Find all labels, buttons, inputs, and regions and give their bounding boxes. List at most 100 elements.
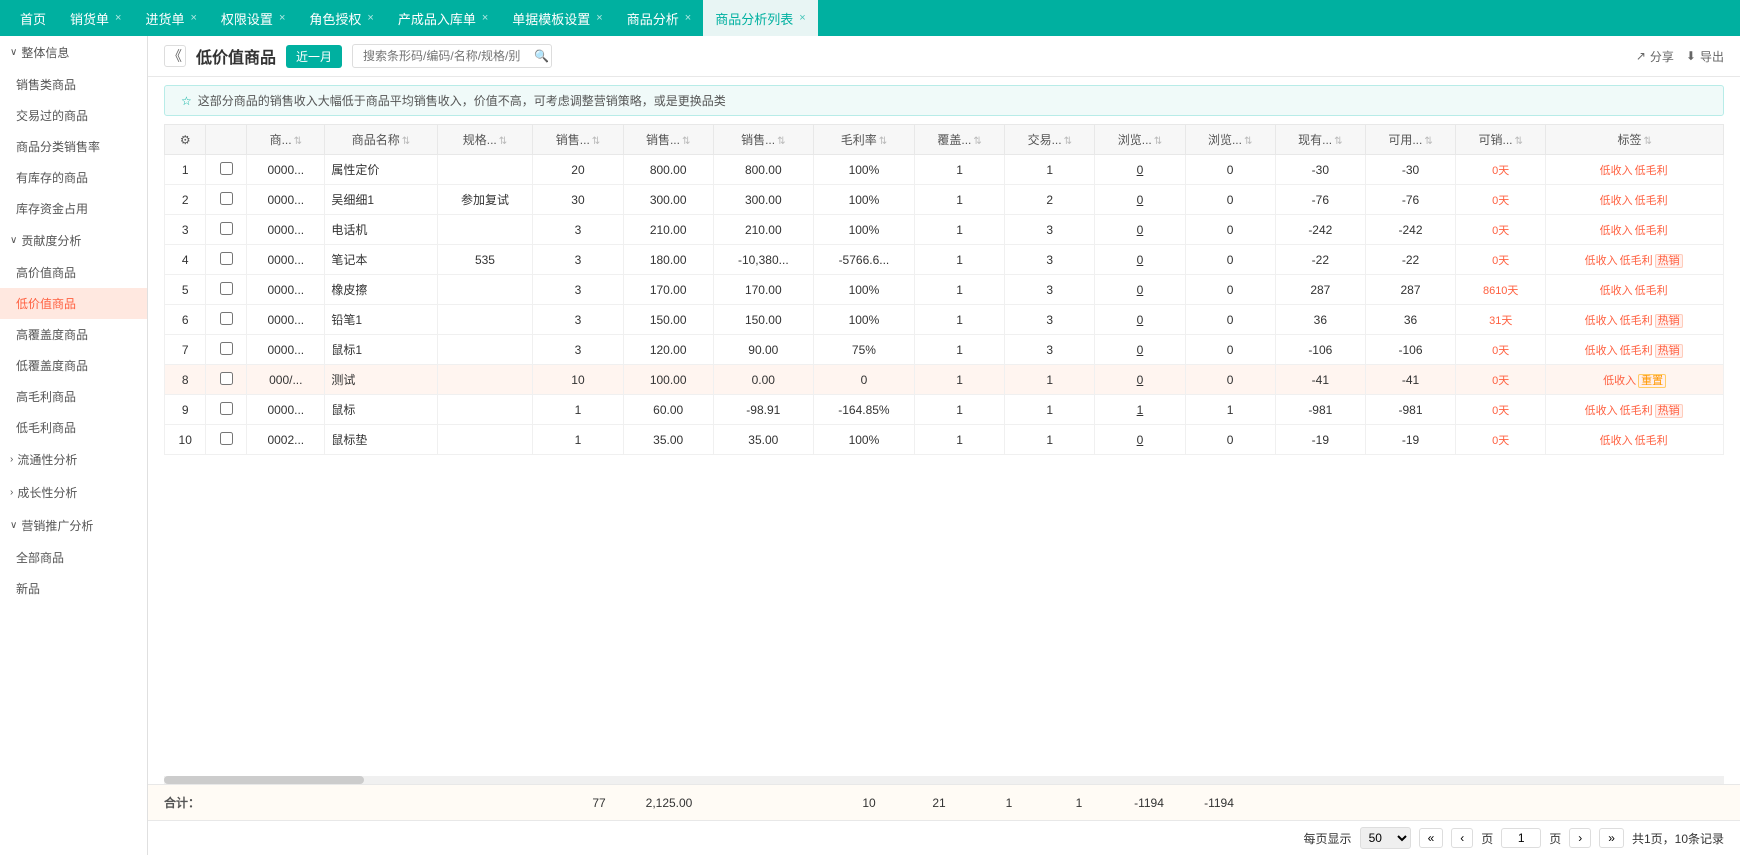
row-view1[interactable]: 0 [1095,335,1185,365]
row-view1[interactable]: 0 [1095,215,1185,245]
row-sale-qty: 10 [533,365,623,395]
col-header-view1[interactable]: 浏览...⇅ [1095,125,1185,155]
sidebar-item-高毛利商品[interactable]: 高毛利商品 [0,381,147,412]
row-select-checkbox[interactable] [220,192,233,205]
row-select-checkbox[interactable] [220,402,233,415]
nav-item-角色授权[interactable]: 角色授权× [297,0,385,36]
time-filter-button[interactable]: 近一月 [286,45,342,68]
col-header-view2[interactable]: 浏览...⇅ [1185,125,1275,155]
nav-item-进货单[interactable]: 进货单× [133,0,208,36]
row-select-checkbox[interactable] [220,162,233,175]
sidebar-item-销售类商品[interactable]: 销售类商品 [0,69,147,100]
table-row: 20000...吴细细1参加复试30300.00300.00100%1200-7… [165,185,1724,215]
col-header-code[interactable]: 商...⇅ [247,125,325,155]
next-page-button[interactable]: › [1569,828,1591,848]
sidebar-section-成长性分析[interactable]: ›成长性分析 [0,476,147,509]
nav-close-icon[interactable]: × [685,12,691,24]
search-input[interactable] [352,44,552,68]
share-button[interactable]: ↗ 分享 [1636,48,1674,65]
row-checkbox[interactable] [206,365,247,395]
col-header-current_stock[interactable]: 现有...⇅ [1275,125,1365,155]
col-header-sellable[interactable]: 可销...⇅ [1456,125,1546,155]
sidebar-section-整体信息[interactable]: ∨整体信息 [0,36,147,69]
row-view1[interactable]: 0 [1095,245,1185,275]
nav-close-icon[interactable]: × [367,12,373,24]
sidebar-section-流通性分析[interactable]: ›流通性分析 [0,443,147,476]
col-header-sale_price[interactable]: 销售...⇅ [623,125,713,155]
nav-item-商品分析列表[interactable]: 商品分析列表× [703,0,817,36]
nav-item-首页[interactable]: 首页 [8,0,58,36]
row-available: 36 [1365,305,1455,335]
nav-close-icon[interactable]: × [596,12,602,24]
row-checkbox[interactable] [206,305,247,335]
sidebar-item-有库存的商品[interactable]: 有库存的商品 [0,162,147,193]
row-checkbox[interactable] [206,395,247,425]
nav-item-权限设置[interactable]: 权限设置× [209,0,297,36]
first-page-button[interactable]: « [1419,828,1444,848]
nav-item-产成品入库单[interactable]: 产成品入库单× [386,0,500,36]
row-checkbox[interactable] [206,335,247,365]
collapse-sidebar-button[interactable]: 《 [164,45,186,67]
row-code: 0002... [247,425,325,455]
sidebar-item-低覆盖度商品[interactable]: 低覆盖度商品 [0,350,147,381]
sidebar-section-贡献度分析[interactable]: ∨贡献度分析 [0,224,147,257]
row-checkbox[interactable] [206,275,247,305]
scrollbar-thumb[interactable] [164,776,364,784]
row-select-checkbox[interactable] [220,432,233,445]
row-checkbox[interactable] [206,245,247,275]
col-header-spec[interactable]: 规格...⇅ [437,125,533,155]
nav-close-icon[interactable]: × [190,12,196,24]
nav-close-icon[interactable]: × [482,12,488,24]
sidebar-section-营销推广分析[interactable]: ∨营销推广分析 [0,509,147,542]
row-checkbox[interactable] [206,185,247,215]
last-page-button[interactable]: » [1599,828,1624,848]
sidebar-item-交易过的商品[interactable]: 交易过的商品 [0,100,147,131]
col-header-sale_amount[interactable]: 销售...⇅ [713,125,813,155]
table-wrapper[interactable]: ⚙商...⇅商品名称⇅规格...⇅销售...⇅销售...⇅销售...⇅毛利率⇅覆… [148,124,1740,776]
sidebar-item-低价值商品[interactable]: 低价值商品 [0,288,147,319]
row-view1[interactable]: 0 [1095,365,1185,395]
row-select-checkbox[interactable] [220,222,233,235]
row-sale-amount: -98.91 [713,395,813,425]
row-view1[interactable]: 0 [1095,425,1185,455]
col-header-trade[interactable]: 交易...⇅ [1005,125,1095,155]
export-button[interactable]: ⬇ 导出 [1686,48,1724,65]
page-number-input[interactable] [1501,828,1541,848]
nav-item-销货单[interactable]: 销货单× [58,0,133,36]
sidebar-item-全部商品[interactable]: 全部商品 [0,542,147,573]
row-select-checkbox[interactable] [220,372,233,385]
horizontal-scrollbar[interactable] [164,776,1724,784]
row-view1[interactable]: 0 [1095,185,1185,215]
col-header-tags[interactable]: 标签⇅ [1546,125,1724,155]
nav-close-icon[interactable]: × [279,12,285,24]
col-header-available[interactable]: 可用...⇅ [1365,125,1455,155]
row-view1[interactable]: 1 [1095,395,1185,425]
row-checkbox[interactable] [206,215,247,245]
search-icon[interactable]: 🔍 [534,49,549,63]
sidebar-item-高价值商品[interactable]: 高价值商品 [0,257,147,288]
nav-item-单据模板设置[interactable]: 单据模板设置× [500,0,614,36]
col-header-name[interactable]: 商品名称⇅ [325,125,437,155]
sidebar-item-新品[interactable]: 新品 [0,573,147,604]
sidebar-item-低毛利商品[interactable]: 低毛利商品 [0,412,147,443]
nav-item-商品分析[interactable]: 商品分析× [615,0,703,36]
row-select-checkbox[interactable] [220,342,233,355]
col-header-coverage[interactable]: 覆盖...⇅ [914,125,1004,155]
sidebar-item-商品分类销售率[interactable]: 商品分类销售率 [0,131,147,162]
row-select-checkbox[interactable] [220,312,233,325]
row-view1[interactable]: 0 [1095,275,1185,305]
page-size-select[interactable]: 50 100 200 [1360,827,1411,849]
col-header-sale_qty[interactable]: 销售...⇅ [533,125,623,155]
nav-close-icon[interactable]: × [115,12,121,24]
sidebar-item-库存资金占用[interactable]: 库存资金占用 [0,193,147,224]
row-checkbox[interactable] [206,155,247,185]
sidebar-item-高覆盖度商品[interactable]: 高覆盖度商品 [0,319,147,350]
row-select-checkbox[interactable] [220,282,233,295]
prev-page-button[interactable]: ‹ [1451,828,1473,848]
row-checkbox[interactable] [206,425,247,455]
row-view1[interactable]: 0 [1095,305,1185,335]
nav-close-icon[interactable]: × [799,12,805,24]
row-view1[interactable]: 0 [1095,155,1185,185]
col-header-profit_rate[interactable]: 毛利率⇅ [813,125,914,155]
row-select-checkbox[interactable] [220,252,233,265]
